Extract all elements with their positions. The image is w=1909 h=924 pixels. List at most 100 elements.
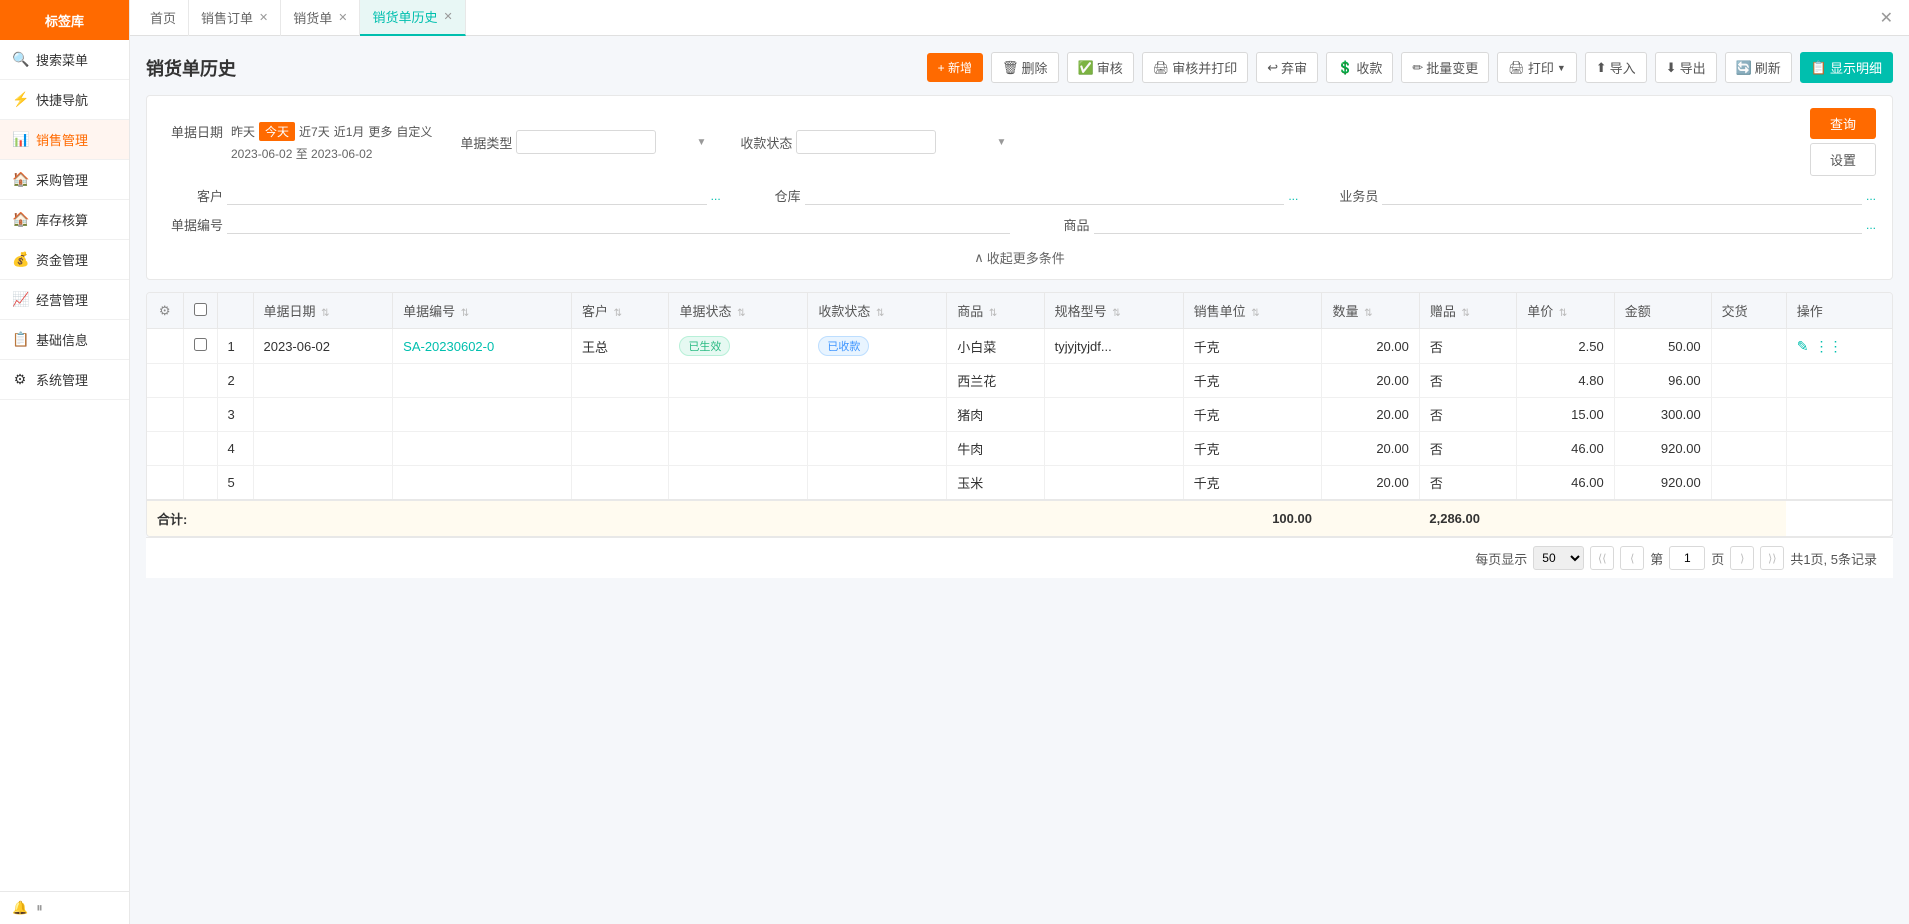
table-settings-th[interactable]: ⚙ bbox=[147, 293, 183, 329]
last-page-button[interactable]: ⟩⟩ bbox=[1760, 546, 1784, 570]
sort-unit-price-icon[interactable]: ⇅ bbox=[1559, 308, 1567, 319]
date-label: 单据日期 bbox=[163, 122, 223, 141]
cell-spec: tyjyjtyjdf... bbox=[1044, 329, 1183, 364]
salesperson-more-icon[interactable]: ... bbox=[1866, 189, 1876, 203]
doc-no-link[interactable]: SA-20230602-0 bbox=[403, 339, 494, 354]
warehouse-more-icon[interactable]: ... bbox=[1288, 189, 1298, 203]
sort-customer-icon[interactable]: ⇅ bbox=[614, 308, 622, 319]
customer-more-icon[interactable]: ... bbox=[711, 189, 721, 203]
page-number-input[interactable]: 1 bbox=[1669, 546, 1705, 570]
sidebar-item-inventory[interactable]: 🏠 库存核算 bbox=[0, 200, 129, 240]
doc-no-input[interactable] bbox=[227, 215, 1010, 234]
tab-sales-order[interactable]: 销售订单 ✕ bbox=[189, 0, 281, 36]
cell-goods: 猪肉 bbox=[947, 398, 1044, 432]
close-all-tabs-button[interactable]: ✕ bbox=[1872, 8, 1901, 28]
audit-print-button[interactable]: 🖨 审核并打印 bbox=[1142, 52, 1249, 83]
sidebar-item-fund-mgmt[interactable]: 💰 资金管理 bbox=[0, 240, 129, 280]
cell-doc-status: 已生效 bbox=[669, 329, 808, 364]
sort-spec-icon[interactable]: ⇅ bbox=[1112, 308, 1120, 319]
shortcut-yesterday[interactable]: 昨天 bbox=[231, 123, 255, 140]
cell-transaction bbox=[1711, 398, 1786, 432]
prev-page-button[interactable]: ⟨ bbox=[1620, 546, 1644, 570]
refresh-button[interactable]: 🔄 刷新 bbox=[1725, 52, 1792, 83]
sidebar-item-quick-nav[interactable]: ⚡ 快捷导航 bbox=[0, 80, 129, 120]
sort-goods-icon[interactable]: ⇅ bbox=[989, 308, 997, 319]
cell-transaction bbox=[1711, 432, 1786, 466]
cell-customer bbox=[572, 398, 669, 432]
filter-settings-button[interactable]: 设置 bbox=[1810, 143, 1876, 176]
collapse-button[interactable]: ∧ 收起更多条件 bbox=[974, 248, 1065, 267]
customer-input[interactable] bbox=[227, 186, 707, 205]
goods-input[interactable] bbox=[1094, 215, 1862, 234]
new-button[interactable]: + 新增 bbox=[927, 53, 983, 82]
shortcut-custom[interactable]: 自定义 bbox=[396, 123, 432, 140]
ops-mgmt-icon: 📈 bbox=[12, 291, 28, 308]
cell-payment-status bbox=[808, 398, 947, 432]
salesperson-input[interactable] bbox=[1382, 186, 1862, 205]
export-button[interactable]: ⬇ 导出 bbox=[1655, 52, 1717, 83]
delete-button[interactable]: 🗑 删除 bbox=[991, 52, 1059, 83]
sidebar-item-search-menu[interactable]: 🔍 搜索菜单 bbox=[0, 40, 129, 80]
sort-doc-status-icon[interactable]: ⇅ bbox=[737, 308, 745, 319]
select-all-checkbox[interactable] bbox=[194, 303, 207, 316]
cell-checkbox bbox=[183, 466, 217, 501]
collect-icon: 💲 bbox=[1337, 60, 1353, 76]
cell-sales-unit: 千克 bbox=[1183, 398, 1322, 432]
cell-qty: 20.00 bbox=[1322, 329, 1419, 364]
sidebar-item-sales-mgmt[interactable]: 📊 销售管理 bbox=[0, 120, 129, 160]
per-page-select[interactable]: 50 100 200 bbox=[1533, 546, 1584, 570]
abandon-button[interactable]: ↩ 弃审 bbox=[1256, 52, 1318, 83]
date-range-display: 2023-06-02 至 2023-06-02 bbox=[231, 145, 432, 162]
shortcut-today[interactable]: 今天 bbox=[259, 122, 295, 141]
cell-checkbox bbox=[183, 398, 217, 432]
table-header-row: ⚙ 单据日期 ⇅ 单据编号 ⇅ bbox=[147, 293, 1892, 329]
tab-sales-history[interactable]: 销货单历史 ✕ bbox=[360, 0, 465, 36]
cell-checkbox bbox=[183, 364, 217, 398]
sort-doc-date-icon[interactable]: ⇅ bbox=[321, 308, 329, 319]
row-checkbox[interactable] bbox=[194, 338, 207, 351]
pause-icon[interactable]: ⏸ bbox=[36, 900, 43, 916]
tab-sales-goods-close[interactable]: ✕ bbox=[338, 11, 347, 24]
print-icon: 🖨 bbox=[1508, 60, 1525, 76]
tab-sales-order-close[interactable]: ✕ bbox=[259, 11, 268, 24]
sidebar-item-basic-info[interactable]: 📋 基础信息 bbox=[0, 320, 129, 360]
audit-icon: ✅ bbox=[1078, 60, 1094, 76]
shortcut-1month[interactable]: 近1月 bbox=[334, 123, 365, 140]
first-page-button[interactable]: ⟨⟨ bbox=[1590, 546, 1614, 570]
goods-more-icon[interactable]: ... bbox=[1866, 218, 1876, 232]
next-page-button[interactable]: ⟩ bbox=[1730, 546, 1754, 570]
sort-payment-status-icon[interactable]: ⇅ bbox=[876, 308, 884, 319]
sort-qty-icon[interactable]: ⇅ bbox=[1364, 308, 1372, 319]
shortcut-more[interactable]: 更多 bbox=[368, 123, 392, 140]
show-detail-button[interactable]: 📋 显示明细 bbox=[1800, 52, 1893, 83]
table-row: 3 猪肉 千克 20.00 否 15.00 300.00 bbox=[147, 398, 1892, 432]
cell-customer bbox=[572, 466, 669, 501]
sort-sales-unit-icon[interactable]: ⇅ bbox=[1251, 308, 1259, 319]
print-button[interactable]: 🖨 打印 ▼ bbox=[1497, 52, 1576, 83]
sidebar-item-sys-mgmt[interactable]: ⚙ 系统管理 bbox=[0, 360, 129, 400]
tab-home[interactable]: 首页 bbox=[138, 0, 189, 36]
import-button[interactable]: ⬆ 导入 bbox=[1585, 52, 1647, 83]
table-checkbox-th bbox=[183, 293, 217, 329]
shortcut-7days[interactable]: 近7天 bbox=[299, 123, 330, 140]
tab-sales-history-close[interactable]: ✕ bbox=[444, 10, 453, 23]
sidebar-item-purchase-mgmt[interactable]: 🏠 采购管理 bbox=[0, 160, 129, 200]
batch-change-button[interactable]: ✏ 批量变更 bbox=[1401, 52, 1489, 83]
filter-row-3: 单据编号 商品 ... bbox=[163, 215, 1876, 234]
edit-action-icon[interactable]: ✎ bbox=[1797, 338, 1809, 355]
sidebar-item-ops-mgmt[interactable]: 📈 经营管理 bbox=[0, 280, 129, 320]
doc-no-filter: 单据编号 bbox=[163, 215, 1010, 234]
more-action-icon[interactable]: ⋮⋮ bbox=[1814, 338, 1842, 355]
audit-button[interactable]: ✅ 审核 bbox=[1067, 52, 1134, 83]
sort-gift-icon[interactable]: ⇅ bbox=[1462, 308, 1470, 319]
sort-doc-no-icon[interactable]: ⇅ bbox=[461, 308, 469, 319]
doc-type-select[interactable] bbox=[516, 130, 656, 154]
payment-status-select[interactable] bbox=[796, 130, 936, 154]
query-button[interactable]: 查询 bbox=[1810, 108, 1876, 139]
table-row: 2 西兰花 千克 20.00 否 4.80 96.00 bbox=[147, 364, 1892, 398]
notification-icon[interactable]: 🔔 bbox=[12, 900, 28, 916]
tab-sales-goods[interactable]: 销货单 ✕ bbox=[281, 0, 360, 36]
warehouse-input[interactable] bbox=[805, 186, 1285, 205]
cell-transaction bbox=[1711, 466, 1786, 501]
collect-button[interactable]: 💲 收款 bbox=[1326, 52, 1393, 83]
